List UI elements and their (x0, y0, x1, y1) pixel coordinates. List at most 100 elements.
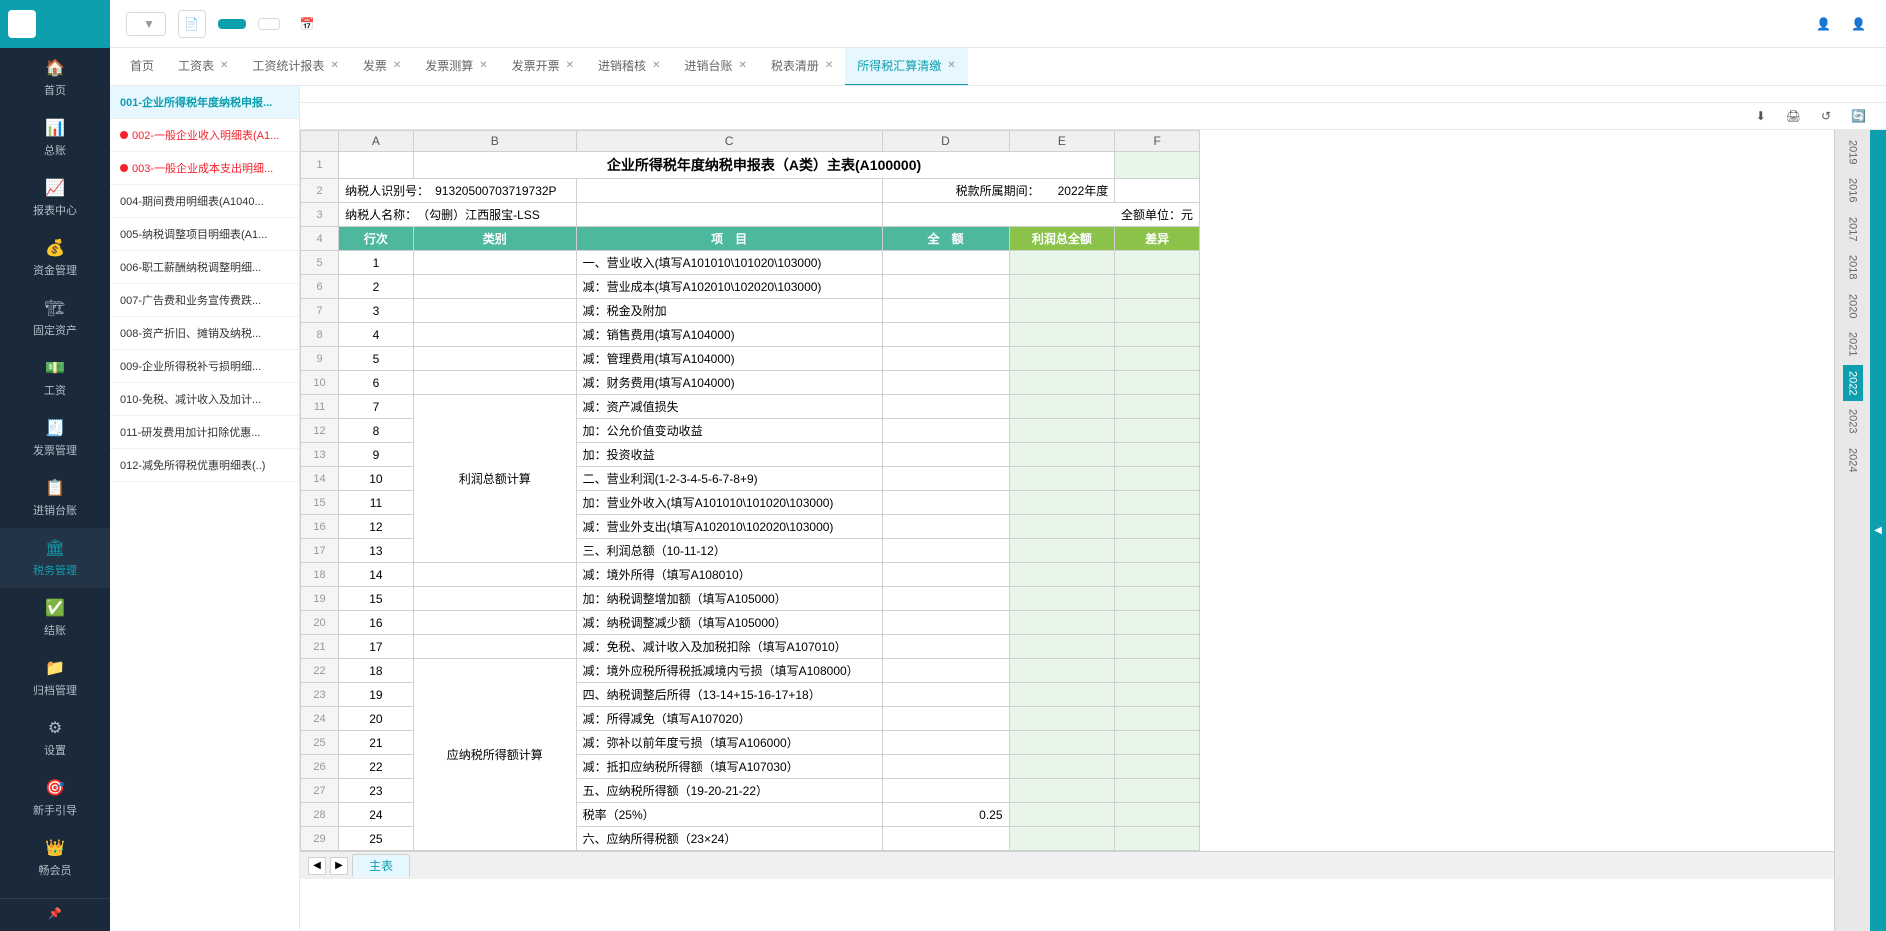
profit-cell[interactable] (1009, 827, 1115, 851)
seq-cell[interactable]: 3 (339, 299, 414, 323)
tab-发票开票[interactable]: 发票开票✕ (500, 48, 586, 86)
seq-cell[interactable]: 22 (339, 755, 414, 779)
diff-cell[interactable] (1115, 611, 1200, 635)
sidebar-item-tax[interactable]: 🏛税务管理 (0, 528, 110, 588)
amount-cell[interactable] (882, 467, 1009, 491)
amount-cell[interactable] (882, 299, 1009, 323)
diff-cell[interactable] (1115, 443, 1200, 467)
amount-cell[interactable] (882, 827, 1009, 851)
amount-cell[interactable] (882, 371, 1009, 395)
profit-cell[interactable] (1009, 491, 1115, 515)
profit-cell[interactable] (1009, 275, 1115, 299)
sheet-nav-left[interactable]: ◀ (308, 857, 326, 875)
user-profile-button[interactable]: 👤 (1851, 17, 1870, 31)
diff-cell[interactable] (1115, 779, 1200, 803)
seq-cell[interactable]: 19 (339, 683, 414, 707)
sidebar-item-fund[interactable]: 💰资金管理 (0, 228, 110, 288)
sidebar-item-guide[interactable]: 🎯新手引导 (0, 768, 110, 828)
year-item-2016[interactable]: 2016 (1843, 172, 1863, 208)
left-panel-item-011[interactable]: 011-研发费用加计扣除优惠... (110, 416, 299, 449)
diff-cell[interactable] (1115, 563, 1200, 587)
diff-cell[interactable] (1115, 395, 1200, 419)
tab-close-icon[interactable]: ✕ (330, 60, 338, 71)
sheet-tab-main[interactable]: 主表 (352, 854, 410, 877)
diff-cell[interactable] (1115, 707, 1200, 731)
amount-cell[interactable] (882, 395, 1009, 419)
diff-cell[interactable] (1115, 755, 1200, 779)
profit-cell[interactable] (1009, 419, 1115, 443)
seq-cell[interactable]: 2 (339, 275, 414, 299)
amount-cell[interactable] (882, 731, 1009, 755)
seq-cell[interactable]: 23 (339, 779, 414, 803)
amount-cell[interactable] (882, 539, 1009, 563)
diff-cell[interactable] (1115, 731, 1200, 755)
seq-cell[interactable]: 18 (339, 659, 414, 683)
profit-cell[interactable] (1009, 683, 1115, 707)
tab-close-icon[interactable]: ✕ (825, 60, 833, 71)
left-panel-item-009[interactable]: 009-企业所得税补亏损明细... (110, 350, 299, 383)
seq-cell[interactable]: 11 (339, 491, 414, 515)
left-panel-item-010[interactable]: 010-免税、减计收入及加计... (110, 383, 299, 416)
company-selector[interactable]: ▼ (126, 12, 166, 36)
left-panel-item-007[interactable]: 007-广告费和业务宣传费跌... (110, 284, 299, 317)
sidebar-item-archive[interactable]: 📁归档管理 (0, 648, 110, 708)
seq-cell[interactable]: 9 (339, 443, 414, 467)
seq-cell[interactable]: 1 (339, 251, 414, 275)
tab-close-icon[interactable]: ✕ (393, 60, 401, 71)
amount-cell[interactable] (882, 491, 1009, 515)
amount-cell[interactable] (882, 683, 1009, 707)
tab-所得税汇算清缴[interactable]: 所得税汇算清缴✕ (845, 48, 967, 86)
profit-cell[interactable] (1009, 635, 1115, 659)
year-item-2021[interactable]: 2021 (1843, 326, 1863, 362)
tab-close-icon[interactable]: ✕ (947, 60, 955, 71)
profit-cell[interactable] (1009, 563, 1115, 587)
seq-cell[interactable]: 14 (339, 563, 414, 587)
tab-首页[interactable]: 首页 (118, 48, 166, 86)
left-panel-item-008[interactable]: 008-资产折旧、摊销及纳税... (110, 317, 299, 350)
seq-cell[interactable]: 24 (339, 803, 414, 827)
tab-close-icon[interactable]: ✕ (738, 60, 746, 71)
seq-cell[interactable]: 8 (339, 419, 414, 443)
year-item-2018[interactable]: 2018 (1843, 249, 1863, 285)
diff-cell[interactable] (1115, 659, 1200, 683)
profit-cell[interactable] (1009, 299, 1115, 323)
profit-cell[interactable] (1009, 515, 1115, 539)
download-button[interactable]: ⬇ (1756, 109, 1770, 123)
seq-cell[interactable]: 4 (339, 323, 414, 347)
tab-close-icon[interactable]: ✕ (566, 60, 574, 71)
amount-cell[interactable] (882, 659, 1009, 683)
seq-cell[interactable]: 6 (339, 371, 414, 395)
diff-cell[interactable] (1115, 419, 1200, 443)
amount-cell[interactable] (882, 419, 1009, 443)
year-item-2024[interactable]: 2024 (1843, 442, 1863, 478)
unpin-button[interactable]: 📌 (0, 899, 110, 931)
profit-cell[interactable] (1009, 539, 1115, 563)
left-panel-item-006[interactable]: 006-职工薪酬纳税调整明细... (110, 251, 299, 284)
sidebar-item-close[interactable]: ✅结账 (0, 588, 110, 648)
amount-cell[interactable] (882, 251, 1009, 275)
amount-cell[interactable] (882, 347, 1009, 371)
seq-cell[interactable]: 12 (339, 515, 414, 539)
year-item-2019[interactable]: 2019 (1843, 134, 1863, 170)
amount-cell[interactable] (882, 515, 1009, 539)
diff-cell[interactable] (1115, 323, 1200, 347)
diff-cell[interactable] (1115, 371, 1200, 395)
tab-发票[interactable]: 发票✕ (351, 48, 413, 86)
sheet-nav-right[interactable]: ▶ (330, 857, 348, 875)
diff-cell[interactable] (1115, 635, 1200, 659)
seq-cell[interactable]: 17 (339, 635, 414, 659)
calendar-icon[interactable]: 📅 (300, 17, 315, 31)
profit-cell[interactable] (1009, 779, 1115, 803)
diff-cell[interactable] (1115, 251, 1200, 275)
diff-cell[interactable] (1115, 467, 1200, 491)
sidebar-item-settings[interactable]: ⚙设置 (0, 708, 110, 768)
seq-cell[interactable]: 15 (339, 587, 414, 611)
seq-cell[interactable]: 21 (339, 731, 414, 755)
diff-cell[interactable] (1115, 347, 1200, 371)
switch-version-button[interactable] (258, 18, 280, 30)
year-item-2023[interactable]: 2023 (1843, 403, 1863, 439)
refresh-button[interactable]: 🔄 (1851, 109, 1870, 123)
profit-cell[interactable] (1009, 755, 1115, 779)
sidebar-item-salary[interactable]: 💵工资 (0, 348, 110, 408)
profit-cell[interactable] (1009, 467, 1115, 491)
